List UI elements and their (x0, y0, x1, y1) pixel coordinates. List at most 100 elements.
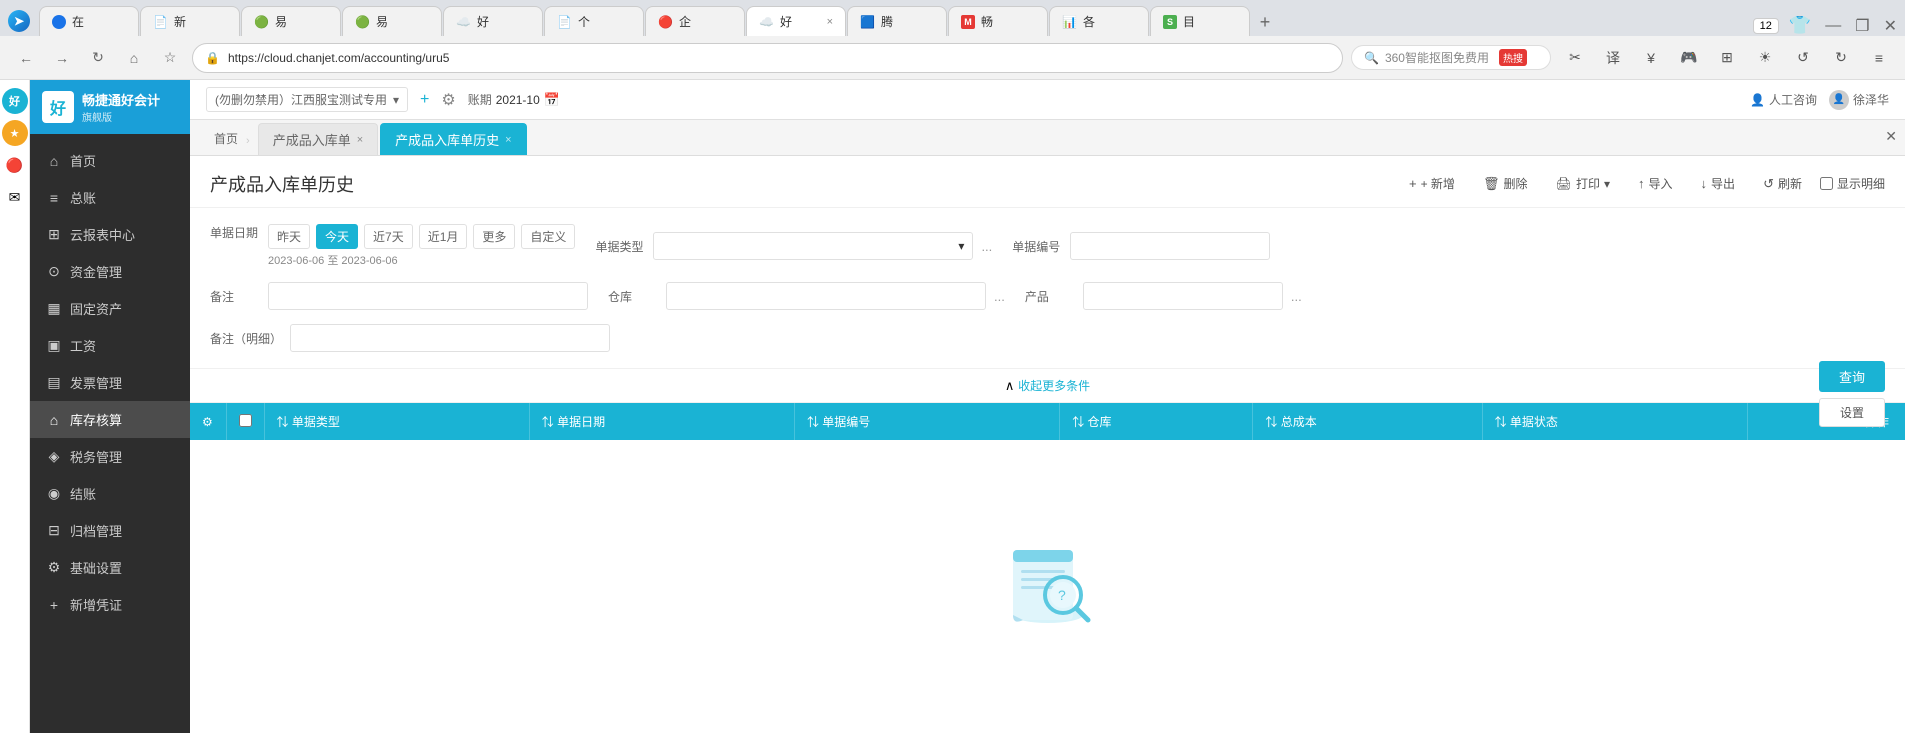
sidebar-item-fixed[interactable]: ▦ 固定资产 (30, 290, 190, 327)
user-info[interactable]: 👤 徐泽华 (1829, 90, 1889, 110)
date-btn-7days[interactable]: 近7天 (364, 224, 413, 249)
theme-icon[interactable]: ☀ (1751, 44, 1779, 72)
collapse-bar[interactable]: ∧ 收起更多条件 (190, 369, 1905, 403)
sidebar-item-basic[interactable]: ⚙ 基础设置 (30, 549, 190, 586)
tab-8-active[interactable]: ☁️ 好 × (746, 6, 846, 36)
note-filter-input[interactable] (268, 282, 588, 310)
gamepad-icon[interactable]: 🎮 (1675, 44, 1703, 72)
sidebar-item-salary[interactable]: ▣ 工资 (30, 327, 190, 364)
type-filter-select[interactable]: ▾ (653, 232, 973, 260)
tab-10[interactable]: M 畅 (948, 6, 1048, 36)
company-selector[interactable]: (勿删勿禁用）江西服宝测试专用 ▾ (206, 87, 408, 112)
delete-button[interactable]: 🗑 删除 (1473, 170, 1538, 197)
tab-12[interactable]: S 目 (1150, 6, 1250, 36)
history-back-icon[interactable]: ↺ (1789, 44, 1817, 72)
date-btn-1month[interactable]: 近1月 (419, 224, 468, 249)
tab-9[interactable]: 🟦 腾 (847, 6, 947, 36)
forward-button[interactable]: → (48, 44, 76, 72)
sidebar-item-report[interactable]: ⊞ 云报表中心 (30, 216, 190, 253)
warehouse-filter-more[interactable]: ... (994, 289, 1005, 304)
close-tab-8[interactable]: × (827, 16, 833, 28)
minimize-button[interactable]: — (1821, 17, 1845, 35)
refresh-button[interactable]: ↺ 刷新 (1753, 170, 1812, 197)
sidebar-item-archive[interactable]: ⊟ 归档管理 (30, 512, 190, 549)
menu-icon[interactable]: ≡ (1865, 44, 1893, 72)
show-detail-checkbox[interactable] (1820, 177, 1833, 190)
sidebar-item-home[interactable]: ⌂ 首页 (30, 142, 190, 179)
print-button[interactable]: 🖨 打印 ▾ (1545, 170, 1620, 197)
address-bar[interactable]: 🔒 https://cloud.chanjet.com/accounting/u… (192, 43, 1343, 73)
yuan-icon[interactable]: ¥ (1637, 44, 1665, 72)
tab-11[interactable]: 📊 各 (1049, 6, 1149, 36)
th-settings[interactable]: ⚙ (190, 403, 226, 440)
sidebar-icon-3[interactable]: ✉ (2, 184, 28, 210)
history-forward-icon[interactable]: ↻ (1827, 44, 1855, 72)
sidebar-label-tax: 税务管理 (70, 447, 122, 466)
detail-note-input[interactable] (290, 324, 610, 352)
product-filter-select[interactable] (1083, 282, 1283, 310)
home-button[interactable]: ⌂ (120, 44, 148, 72)
query-button[interactable]: 查询 (1819, 361, 1885, 392)
tab-2[interactable]: 📄 新 (140, 6, 240, 36)
tab-5[interactable]: ☁️ 好 (443, 6, 543, 36)
close-window-button[interactable]: ✕ (1880, 16, 1901, 36)
sidebar-item-inventory[interactable]: ⌂ 库存核算 (30, 401, 190, 438)
sidebar-item-tax[interactable]: ◈ 税务管理 (30, 438, 190, 475)
import-button[interactable]: ↑ 导入 (1628, 170, 1683, 197)
service-button[interactable]: 👤 人工咨询 (1750, 91, 1817, 108)
close-content-tab[interactable]: ✕ (1877, 120, 1905, 153)
grid-icon[interactable]: ⊞ (1713, 44, 1741, 72)
calendar-icon[interactable]: 📅 (544, 92, 560, 108)
tab-count[interactable]: 12 (1753, 18, 1779, 34)
product-filter-more[interactable]: ... (1291, 289, 1302, 304)
settings-gear-icon[interactable]: ⚙ (441, 90, 455, 110)
page-tab-1[interactable]: 产成品入库单 × (258, 123, 378, 155)
restore-button[interactable]: ❐ (1851, 16, 1873, 36)
reload-button[interactable]: ↻ (84, 44, 112, 72)
add-company-button[interactable]: + (420, 91, 429, 109)
warehouse-filter-label: 仓库 (608, 288, 658, 305)
number-filter-input[interactable] (1070, 232, 1270, 260)
tab-3[interactable]: 🟢 易 (241, 6, 341, 36)
bookmark-button[interactable]: ☆ (156, 44, 184, 72)
tab-4[interactable]: 🟢 易 (342, 6, 442, 36)
sidebar-item-fund[interactable]: ⊙ 资金管理 (30, 253, 190, 290)
tab-7[interactable]: 🔴 企 (645, 6, 745, 36)
search-bar[interactable]: 🔍 360智能抠图免费用 热搜 (1351, 45, 1551, 70)
date-btn-yesterday[interactable]: 昨天 (268, 224, 310, 249)
sidebar-icon-2[interactable]: 🔴 (2, 152, 28, 178)
export-button[interactable]: ↓ 导出 (1691, 170, 1746, 197)
column-settings-icon[interactable]: ⚙ (202, 415, 213, 429)
sidebar-item-invoice[interactable]: ▤ 发票管理 (30, 364, 190, 401)
scissor-icon[interactable]: ✂ (1561, 44, 1589, 72)
sidebar-item-closing[interactable]: ◉ 结账 (30, 475, 190, 512)
type-filter-label: 单据类型 (595, 238, 645, 255)
tab-1[interactable]: 在 (39, 6, 139, 36)
settings-button[interactable]: 设置 (1819, 398, 1885, 427)
page-tab-2[interactable]: 产成品入库单历史 × (380, 123, 526, 155)
svg-text:?: ? (1058, 587, 1066, 603)
warehouse-filter-select[interactable] (666, 282, 986, 310)
app-logo-icon[interactable]: 好 (2, 88, 28, 114)
new-tab-button[interactable]: + (1251, 8, 1279, 36)
sidebar-item-ledger[interactable]: ≡ 总账 (30, 179, 190, 216)
new-button[interactable]: + + 新增 (1399, 170, 1465, 197)
select-all-checkbox[interactable] (239, 414, 252, 427)
sidebar-item-newvoucher[interactable]: + 新增凭证 (30, 586, 190, 623)
close-page-tab-1[interactable]: × (357, 134, 363, 146)
th-checkbox[interactable] (226, 403, 264, 440)
show-detail-toggle[interactable]: 显示明细 (1820, 175, 1885, 192)
date-btn-today[interactable]: 今天 (316, 224, 358, 249)
collapse-arrow-icon: ∧ (1005, 378, 1015, 393)
back-button[interactable]: ← (12, 44, 40, 72)
translate-icon[interactable]: 译 (1599, 44, 1627, 72)
shirt-icon[interactable]: 👕 (1785, 15, 1815, 36)
tab-6[interactable]: 📄 个 (544, 6, 644, 36)
close-page-tab-2[interactable]: × (505, 134, 511, 146)
type-filter-more[interactable]: ... (981, 239, 992, 254)
new-icon: + (1409, 176, 1417, 191)
date-btn-custom[interactable]: 自定义 (521, 224, 575, 249)
sidebar-icon-1[interactable]: ★ (2, 120, 28, 146)
date-btn-more[interactable]: 更多 (473, 224, 515, 249)
breadcrumb-home[interactable]: 首页 (206, 130, 246, 155)
